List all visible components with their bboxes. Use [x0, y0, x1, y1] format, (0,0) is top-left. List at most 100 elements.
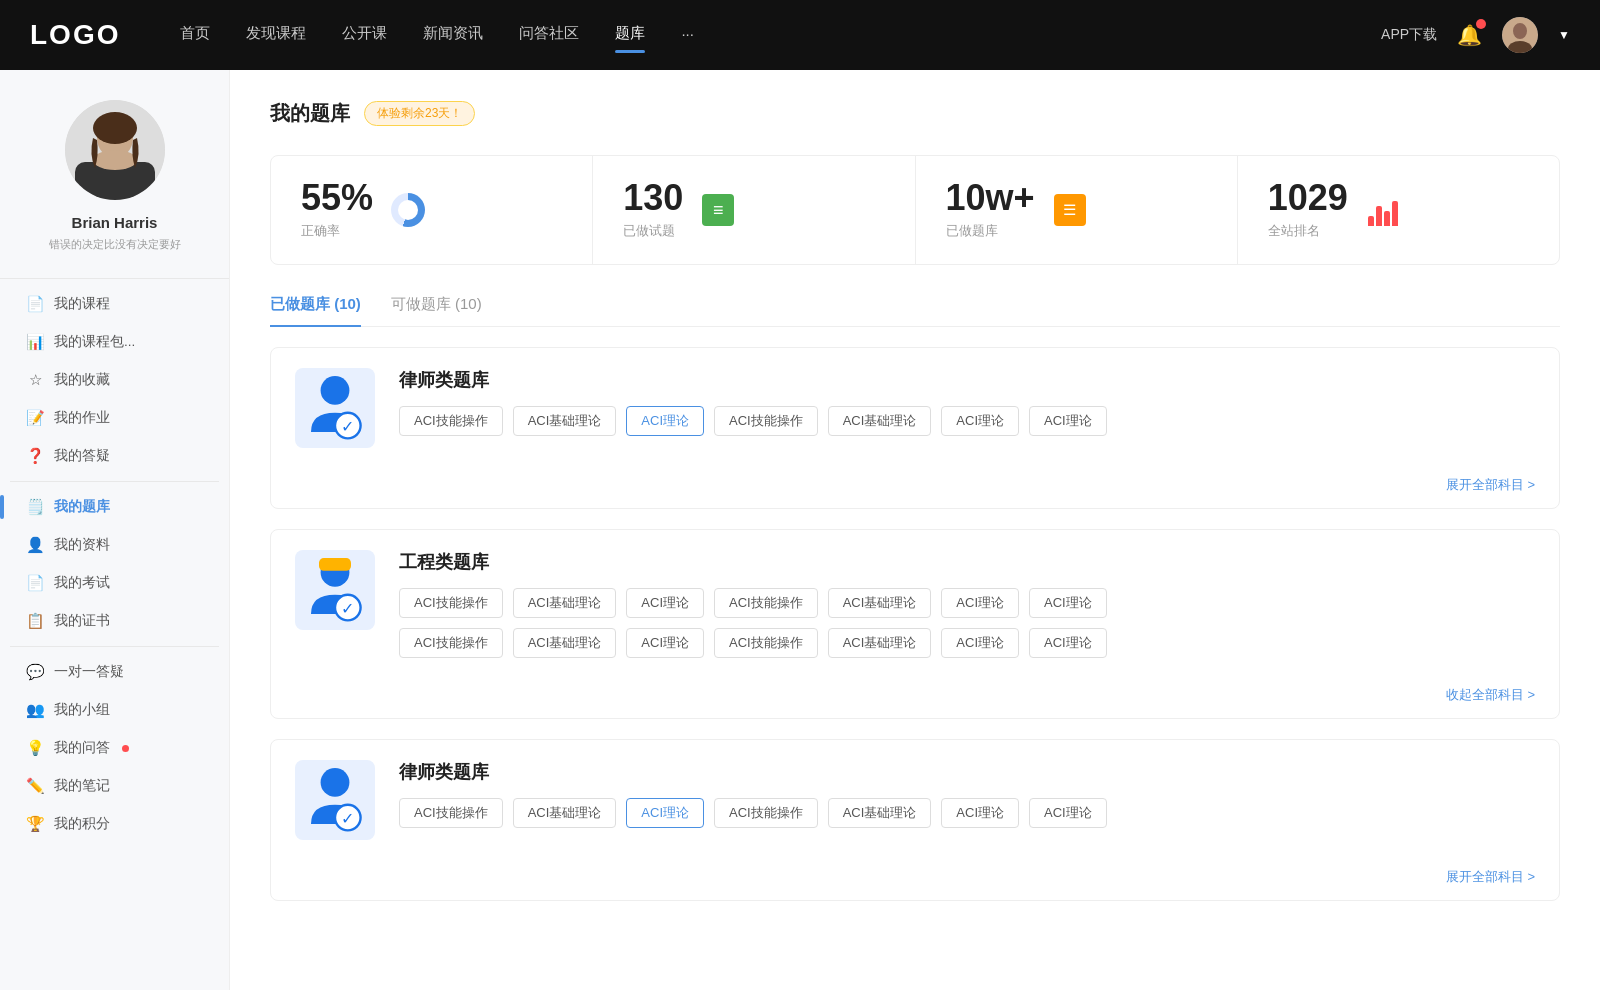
bank-tag[interactable]: ACI技能操作	[714, 588, 818, 618]
bank-tag[interactable]: ACI基础理论	[513, 798, 617, 828]
tab-已做题库 (10)[interactable]: 已做题库 (10)	[270, 295, 361, 326]
user-avatar[interactable]	[1502, 17, 1538, 53]
sidebar-label-homework: 我的作业	[54, 409, 110, 427]
bank-tag[interactable]: ACI理论	[626, 628, 704, 658]
bank-info: 律师类题库 ACI技能操作ACI基础理论ACI理论ACI技能操作ACI基础理论A…	[399, 760, 1535, 828]
bank-expand[interactable]: 展开全部科目 >	[271, 860, 1559, 900]
stat-value: 1029	[1268, 180, 1348, 216]
bank-tag[interactable]: ACI理论	[1029, 798, 1107, 828]
stat-label: 正确率	[301, 222, 373, 240]
topnav-right: APP下载 🔔 ▼	[1381, 17, 1570, 53]
sidebar-label-my-qa: 我的问答	[54, 739, 110, 757]
bank-section-2: ✓ 律师类题库 ACI技能操作ACI基础理论ACI理论ACI技能操作ACI基础理…	[270, 739, 1560, 901]
nav-item-公开课[interactable]: 公开课	[342, 24, 387, 47]
sidebar-item-courses[interactable]: 📄 我的课程	[10, 285, 219, 323]
sidebar-item-qa[interactable]: ❓ 我的答疑	[10, 437, 219, 475]
sidebar: Brian Harris 错误的决定比没有决定要好 📄我的课程📊我的课程包...…	[0, 70, 230, 990]
bank-tag[interactable]: ACI理论	[941, 628, 1019, 658]
bank-icon: ✓	[295, 760, 375, 840]
svg-point-6	[93, 150, 137, 170]
bank-section-1: ✓ 工程类题库 ACI技能操作 ACI基础理论 ACI理论 ACI技能操作 ACI基础理…	[270, 529, 1560, 719]
bank-tag[interactable]: ACI基础理论	[828, 588, 932, 618]
list-icon: ☰	[1051, 191, 1089, 229]
nav-item-新闻资讯[interactable]: 新闻资讯	[423, 24, 483, 47]
bank-tag[interactable]: ACI基础理论	[513, 588, 617, 618]
bank-tag[interactable]: ACI技能操作	[714, 798, 818, 828]
bank-tag[interactable]: ACI理论	[941, 798, 1019, 828]
bar-chart-icon	[1364, 191, 1402, 229]
bank-tag[interactable]: ACI基础理论	[513, 406, 617, 436]
bank-content: ✓ 工程类题库 ACI技能操作 ACI基础理论 ACI理论 ACI技能操作 ACI基础理…	[271, 530, 1559, 678]
homework-icon: 📝	[26, 409, 44, 427]
sidebar-label-courses: 我的课程	[54, 295, 110, 313]
trial-badge: 体验剩余23天！	[364, 101, 475, 126]
bank-content: ✓ 律师类题库 ACI技能操作ACI基础理论ACI理论ACI技能操作ACI基础理…	[271, 348, 1559, 468]
bank-tag[interactable]: ACI理论	[1029, 406, 1107, 436]
svg-rect-12	[319, 558, 351, 571]
bank-tag[interactable]: ACI基础理论	[828, 798, 932, 828]
bank-tag[interactable]: ACI理论	[626, 406, 704, 436]
bank-expand[interactable]: 收起全部科目 >	[271, 678, 1559, 718]
bank-tag[interactable]: ACI理论	[626, 798, 704, 828]
sidebar-label-profile: 我的资料	[54, 536, 110, 554]
bank-content: ✓ 律师类题库 ACI技能操作ACI基础理论ACI理论ACI技能操作ACI基础理…	[271, 740, 1559, 860]
sidebar-label-points: 我的积分	[54, 815, 110, 833]
bank-section-0: ✓ 律师类题库 ACI技能操作ACI基础理论ACI理论ACI技能操作ACI基础理…	[270, 347, 1560, 509]
bank-tag[interactable]: ACI理论	[1029, 588, 1107, 618]
sidebar-item-question-bank[interactable]: 🗒️我的题库	[10, 488, 219, 526]
page-header: 我的题库 体验剩余23天！	[270, 100, 1560, 127]
bank-tag[interactable]: ACI理论	[626, 588, 704, 618]
qa-icon: ❓	[26, 447, 44, 465]
sidebar-item-exam[interactable]: 📄我的考试	[10, 564, 219, 602]
stats-row: 55% 正确率 130 已做试题 ≡ 10w+ 已做题库 ☰ 1029 全站排名	[270, 155, 1560, 265]
sidebar-label-qa: 我的答疑	[54, 447, 110, 465]
stat-全站排名: 1029 全站排名	[1238, 156, 1559, 264]
svg-point-8	[321, 376, 350, 405]
bank-tags: ACI技能操作 ACI基础理论 ACI理论 ACI技能操作 ACI基础理论 ACI理论 AC…	[399, 588, 1535, 618]
bank-tag[interactable]: ACI技能操作	[714, 628, 818, 658]
my-qa-icon: 💡	[26, 739, 44, 757]
one-on-one-icon: 💬	[26, 663, 44, 681]
bank-name: 工程类题库	[399, 550, 1535, 574]
sidebar-label-groups: 我的小组	[54, 701, 110, 719]
sidebar-item-one-on-one[interactable]: 💬一对一答疑	[10, 653, 219, 691]
nav-item-题库[interactable]: 题库	[615, 24, 645, 47]
sidebar-item-course-packages[interactable]: 📊我的课程包...	[10, 323, 219, 361]
bank-tag[interactable]: ACI基础理论	[828, 406, 932, 436]
notes-icon: ✏️	[26, 777, 44, 795]
sidebar-item-notes[interactable]: ✏️我的笔记	[10, 767, 219, 805]
notification-bell[interactable]: 🔔	[1457, 23, 1482, 47]
bank-tag[interactable]: ACI技能操作	[714, 406, 818, 436]
bank-tag[interactable]: ACI理论	[941, 588, 1019, 618]
bank-tag[interactable]: ACI技能操作	[399, 628, 503, 658]
bank-tag[interactable]: ACI技能操作	[399, 798, 503, 828]
user-menu-chevron[interactable]: ▼	[1558, 28, 1570, 42]
sidebar-item-points[interactable]: 🏆我的积分	[10, 805, 219, 843]
courses-icon: 📄	[26, 295, 44, 313]
bank-tag[interactable]: ACI理论	[1029, 628, 1107, 658]
bank-tag[interactable]: ACI基础理论	[828, 628, 932, 658]
sidebar-item-groups[interactable]: 👥我的小组	[10, 691, 219, 729]
sidebar-item-certificate[interactable]: 📋我的证书	[10, 602, 219, 640]
bank-tag[interactable]: ACI理论	[941, 406, 1019, 436]
svg-text:✓: ✓	[341, 600, 354, 617]
sidebar-item-profile[interactable]: 👤我的资料	[10, 526, 219, 564]
tab-可做题库 (10)[interactable]: 可做题库 (10)	[391, 295, 482, 326]
nav-menu: 首页 发现课程 公开课 新闻资讯 问答社区 题库 ···	[180, 24, 1381, 47]
svg-text:✓: ✓	[341, 418, 354, 435]
exam-icon: 📄	[26, 574, 44, 592]
nav-item-问答社区[interactable]: 问答社区	[519, 24, 579, 47]
sidebar-item-favorites[interactable]: ☆我的收藏	[10, 361, 219, 399]
favorites-icon: ☆	[26, 371, 44, 389]
bank-tag[interactable]: ACI基础理论	[513, 628, 617, 658]
stat-已做题库: 10w+ 已做题库 ☰	[916, 156, 1238, 264]
nav-item-···[interactable]: ···	[681, 25, 694, 46]
bank-tag[interactable]: ACI技能操作	[399, 588, 503, 618]
sidebar-item-my-qa[interactable]: 💡 我的问答	[10, 729, 219, 767]
bank-expand[interactable]: 展开全部科目 >	[271, 468, 1559, 508]
bank-tag[interactable]: ACI技能操作	[399, 406, 503, 436]
app-download[interactable]: APP下载	[1381, 26, 1437, 44]
nav-item-发现课程[interactable]: 发现课程	[246, 24, 306, 47]
nav-item-首页[interactable]: 首页	[180, 24, 210, 47]
sidebar-item-homework[interactable]: 📝 我的作业	[10, 399, 219, 437]
